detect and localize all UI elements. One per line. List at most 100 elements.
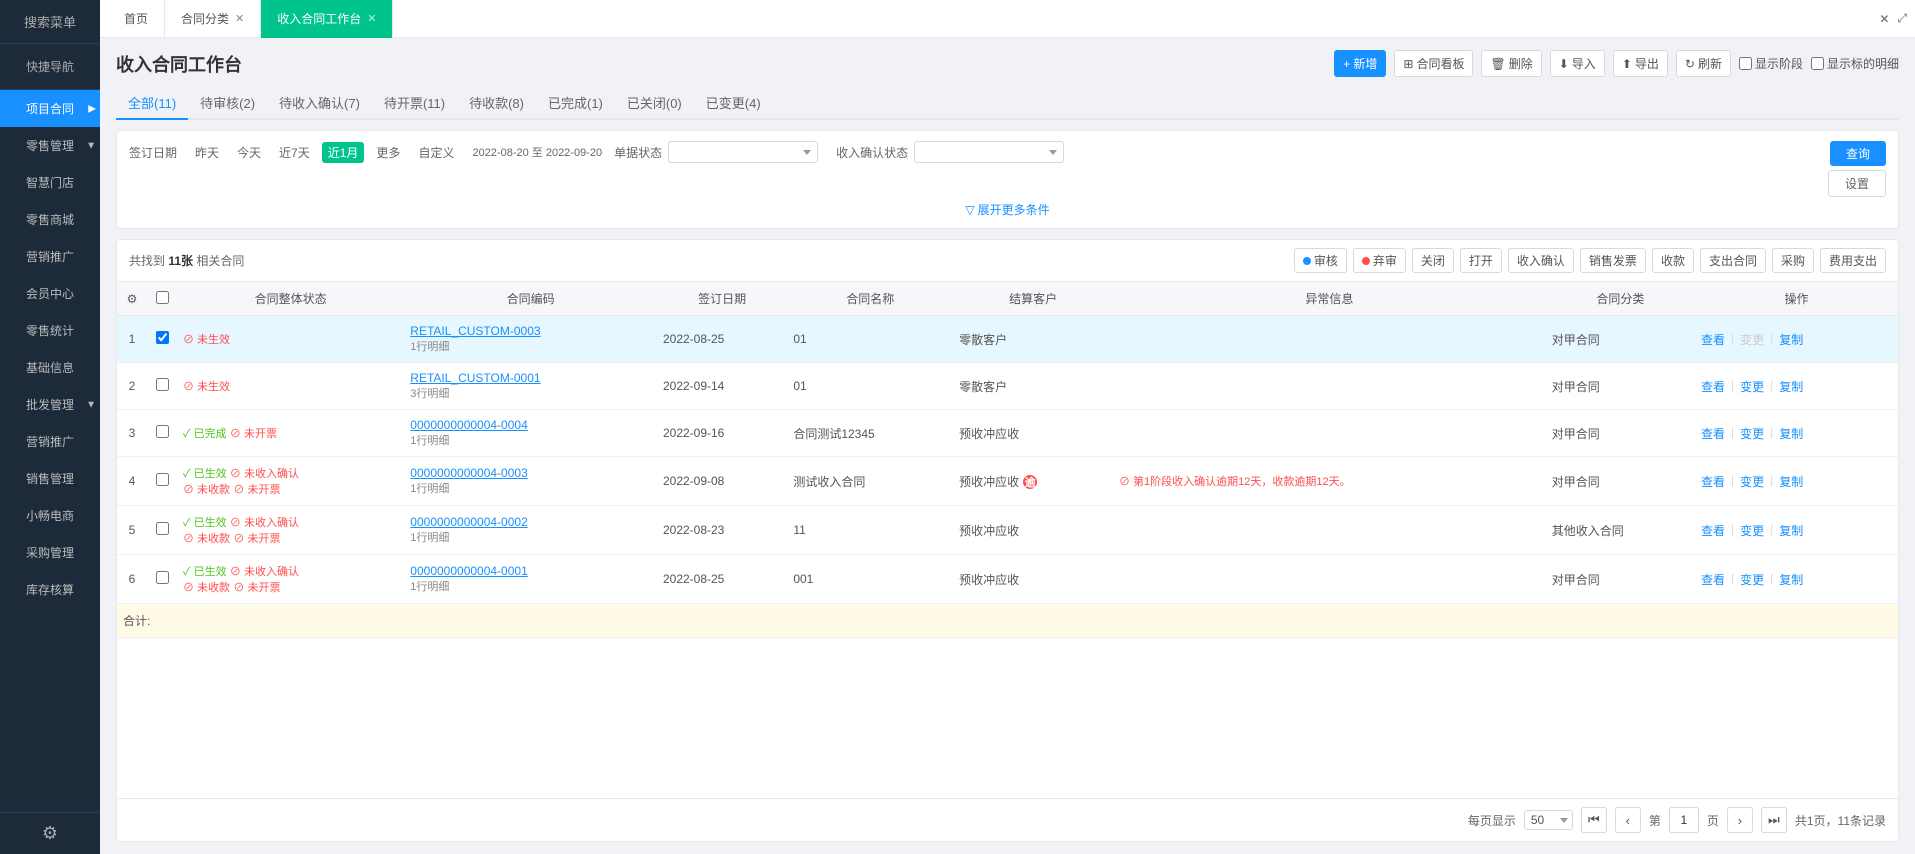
- row-select-checkbox[interactable]: [156, 425, 169, 438]
- status-tab-pending-review[interactable]: 待审核(2): [188, 87, 267, 120]
- show-stage-input[interactable]: [1739, 57, 1752, 70]
- action-payment[interactable]: 收款: [1652, 248, 1694, 273]
- action-link-查看[interactable]: 查看: [1701, 522, 1725, 539]
- new-button[interactable]: + 新增: [1334, 50, 1386, 77]
- action-link-查看[interactable]: 查看: [1701, 331, 1725, 348]
- export-button[interactable]: ⬆ 导出: [1613, 50, 1668, 77]
- tab-income-contract[interactable]: 收入合同工作台 ✕: [261, 0, 393, 38]
- row-select-checkbox[interactable]: [156, 473, 169, 486]
- refresh-button[interactable]: ↻ 刷新: [1676, 50, 1731, 77]
- action-link-复制[interactable]: 复制: [1779, 331, 1803, 348]
- action-payout-contract[interactable]: 支出合同: [1700, 248, 1766, 273]
- col-settings[interactable]: ⚙: [117, 282, 147, 316]
- sidebar-item-retail-mall[interactable]: 零售商城: [0, 201, 100, 238]
- sidebar-item-smart-store[interactable]: 智慧门店: [0, 164, 100, 201]
- action-expense-out[interactable]: 费用支出: [1820, 248, 1886, 273]
- settings-filter-button[interactable]: 设置: [1828, 170, 1886, 197]
- date-btn-yesterday[interactable]: 昨天: [189, 142, 225, 163]
- action-open[interactable]: 打开: [1460, 248, 1502, 273]
- row-select-checkbox[interactable]: [156, 522, 169, 535]
- status-tab-pending-invoice[interactable]: 待开票(11): [372, 87, 457, 120]
- prev-page-btn[interactable]: ‹: [1615, 807, 1641, 833]
- board-button[interactable]: ⊞ 合同看板: [1394, 50, 1473, 77]
- row-contract-code[interactable]: 0000000000004-00031行明细: [404, 457, 657, 506]
- gear-icon[interactable]: ⚙: [42, 823, 58, 844]
- status-tab-pending-income-confirm[interactable]: 待收入确认(7): [267, 87, 372, 120]
- per-page-select[interactable]: 50 10 20 100: [1524, 810, 1573, 830]
- action-link-变更[interactable]: 变更: [1740, 571, 1764, 588]
- row-contract-code[interactable]: 0000000000004-00021行明细: [404, 506, 657, 555]
- next-page-btn[interactable]: ›: [1727, 807, 1753, 833]
- action-link-变更[interactable]: 变更: [1740, 378, 1764, 395]
- contract-code-link[interactable]: 0000000000004-0003: [410, 466, 527, 480]
- row-select-checkbox[interactable]: [156, 378, 169, 391]
- sidebar-item-member[interactable]: 会员中心: [0, 275, 100, 312]
- action-close[interactable]: 关闭: [1412, 248, 1454, 273]
- tab-contract-category[interactable]: 合同分类 ✕: [165, 0, 261, 38]
- action-purchase[interactable]: 采购: [1772, 248, 1814, 273]
- first-page-btn[interactable]: ⏮: [1581, 807, 1607, 833]
- select-all-checkbox[interactable]: [156, 291, 169, 304]
- action-link-复制[interactable]: 复制: [1779, 522, 1803, 539]
- sidebar-item-xiaochangec[interactable]: 小畅电商: [0, 497, 100, 534]
- sidebar-item-retail-stats[interactable]: 零售统计: [0, 312, 100, 349]
- last-page-btn[interactable]: ⏭: [1761, 807, 1787, 833]
- action-link-变更[interactable]: 变更: [1740, 331, 1764, 348]
- contract-code-link[interactable]: 0000000000004-0004: [410, 418, 527, 432]
- tab-home[interactable]: 首页: [108, 0, 165, 38]
- action-link-变更[interactable]: 变更: [1740, 473, 1764, 490]
- import-button[interactable]: ⬇ 导入: [1550, 50, 1605, 77]
- action-abandon[interactable]: 弃审: [1353, 248, 1406, 273]
- show-detail-checkbox[interactable]: 显示标的明细: [1811, 55, 1899, 72]
- close-icon[interactable]: ✕: [235, 12, 244, 25]
- sidebar-search[interactable]: 搜索菜单: [0, 0, 100, 44]
- action-link-变更[interactable]: 变更: [1740, 522, 1764, 539]
- status-tab-changed[interactable]: 已变更(4): [694, 87, 773, 120]
- action-link-查看[interactable]: 查看: [1701, 473, 1725, 490]
- contract-code-link[interactable]: 0000000000004-0002: [410, 515, 527, 529]
- action-link-查看[interactable]: 查看: [1701, 425, 1725, 442]
- row-contract-code[interactable]: RETAIL_CUSTOM-00031行明细: [404, 316, 657, 363]
- show-detail-input[interactable]: [1811, 57, 1824, 70]
- row-select-checkbox[interactable]: [156, 331, 169, 344]
- status-tab-closed[interactable]: 已关闭(0): [615, 87, 694, 120]
- search-button[interactable]: 查询: [1830, 141, 1886, 166]
- show-stage-checkbox[interactable]: 显示阶段: [1739, 55, 1803, 72]
- action-review[interactable]: 审核: [1294, 248, 1347, 273]
- date-btn-today[interactable]: 今天: [231, 142, 267, 163]
- col-checkbox[interactable]: [147, 282, 177, 316]
- status-tab-all[interactable]: 全部(11): [116, 87, 188, 120]
- action-link-复制[interactable]: 复制: [1779, 571, 1803, 588]
- delete-button[interactable]: 🗑 删除: [1481, 50, 1541, 77]
- contract-code-link[interactable]: 0000000000004-0001: [410, 564, 527, 578]
- sidebar-item-wholesale-mgmt[interactable]: 批发管理 ▼: [0, 386, 100, 423]
- action-link-复制[interactable]: 复制: [1779, 473, 1803, 490]
- action-link-复制[interactable]: 复制: [1779, 425, 1803, 442]
- sidebar-item-marketing2[interactable]: 营销推广: [0, 423, 100, 460]
- close-window-icon[interactable]: ✕: [1879, 12, 1889, 26]
- contract-code-link[interactable]: RETAIL_CUSTOM-0003: [410, 324, 540, 338]
- date-btn-7days[interactable]: 近7天: [273, 142, 316, 163]
- doc-status-select[interactable]: [668, 141, 818, 163]
- action-link-复制[interactable]: 复制: [1779, 378, 1803, 395]
- action-link-查看[interactable]: 查看: [1701, 378, 1725, 395]
- action-link-查看[interactable]: 查看: [1701, 571, 1725, 588]
- table-scroll[interactable]: ⚙ 合同整体状态 合同编码 签订日期 合同名称 结算客户 异常信息 合同分类 操…: [117, 282, 1898, 798]
- maximize-window-icon[interactable]: ⤢: [1897, 11, 1907, 26]
- row-contract-code[interactable]: 0000000000004-00011行明细: [404, 555, 657, 604]
- sidebar-item-stock-calc[interactable]: 库存核算: [0, 571, 100, 608]
- status-tab-completed[interactable]: 已完成(1): [536, 87, 615, 120]
- date-btn-1month[interactable]: 近1月: [322, 142, 365, 163]
- income-confirm-select[interactable]: [914, 141, 1064, 163]
- row-contract-code[interactable]: RETAIL_CUSTOM-00013行明细: [404, 363, 657, 410]
- sidebar-item-project[interactable]: 项目合同 ▶: [0, 90, 100, 127]
- date-btn-custom[interactable]: 自定义: [412, 142, 460, 163]
- sidebar-item-retail-mgmt[interactable]: 零售管理 ▼: [0, 127, 100, 164]
- status-tab-pending-payment[interactable]: 待收款(8): [457, 87, 536, 120]
- action-income-confirm[interactable]: 收入确认: [1508, 248, 1574, 273]
- action-sales-invoice[interactable]: 销售发票: [1580, 248, 1646, 273]
- expand-more-btn[interactable]: ▽ 展开更多条件: [965, 201, 1049, 218]
- contract-code-link[interactable]: RETAIL_CUSTOM-0001: [410, 371, 540, 385]
- row-contract-code[interactable]: 0000000000004-00041行明细: [404, 410, 657, 457]
- row-select-checkbox[interactable]: [156, 571, 169, 584]
